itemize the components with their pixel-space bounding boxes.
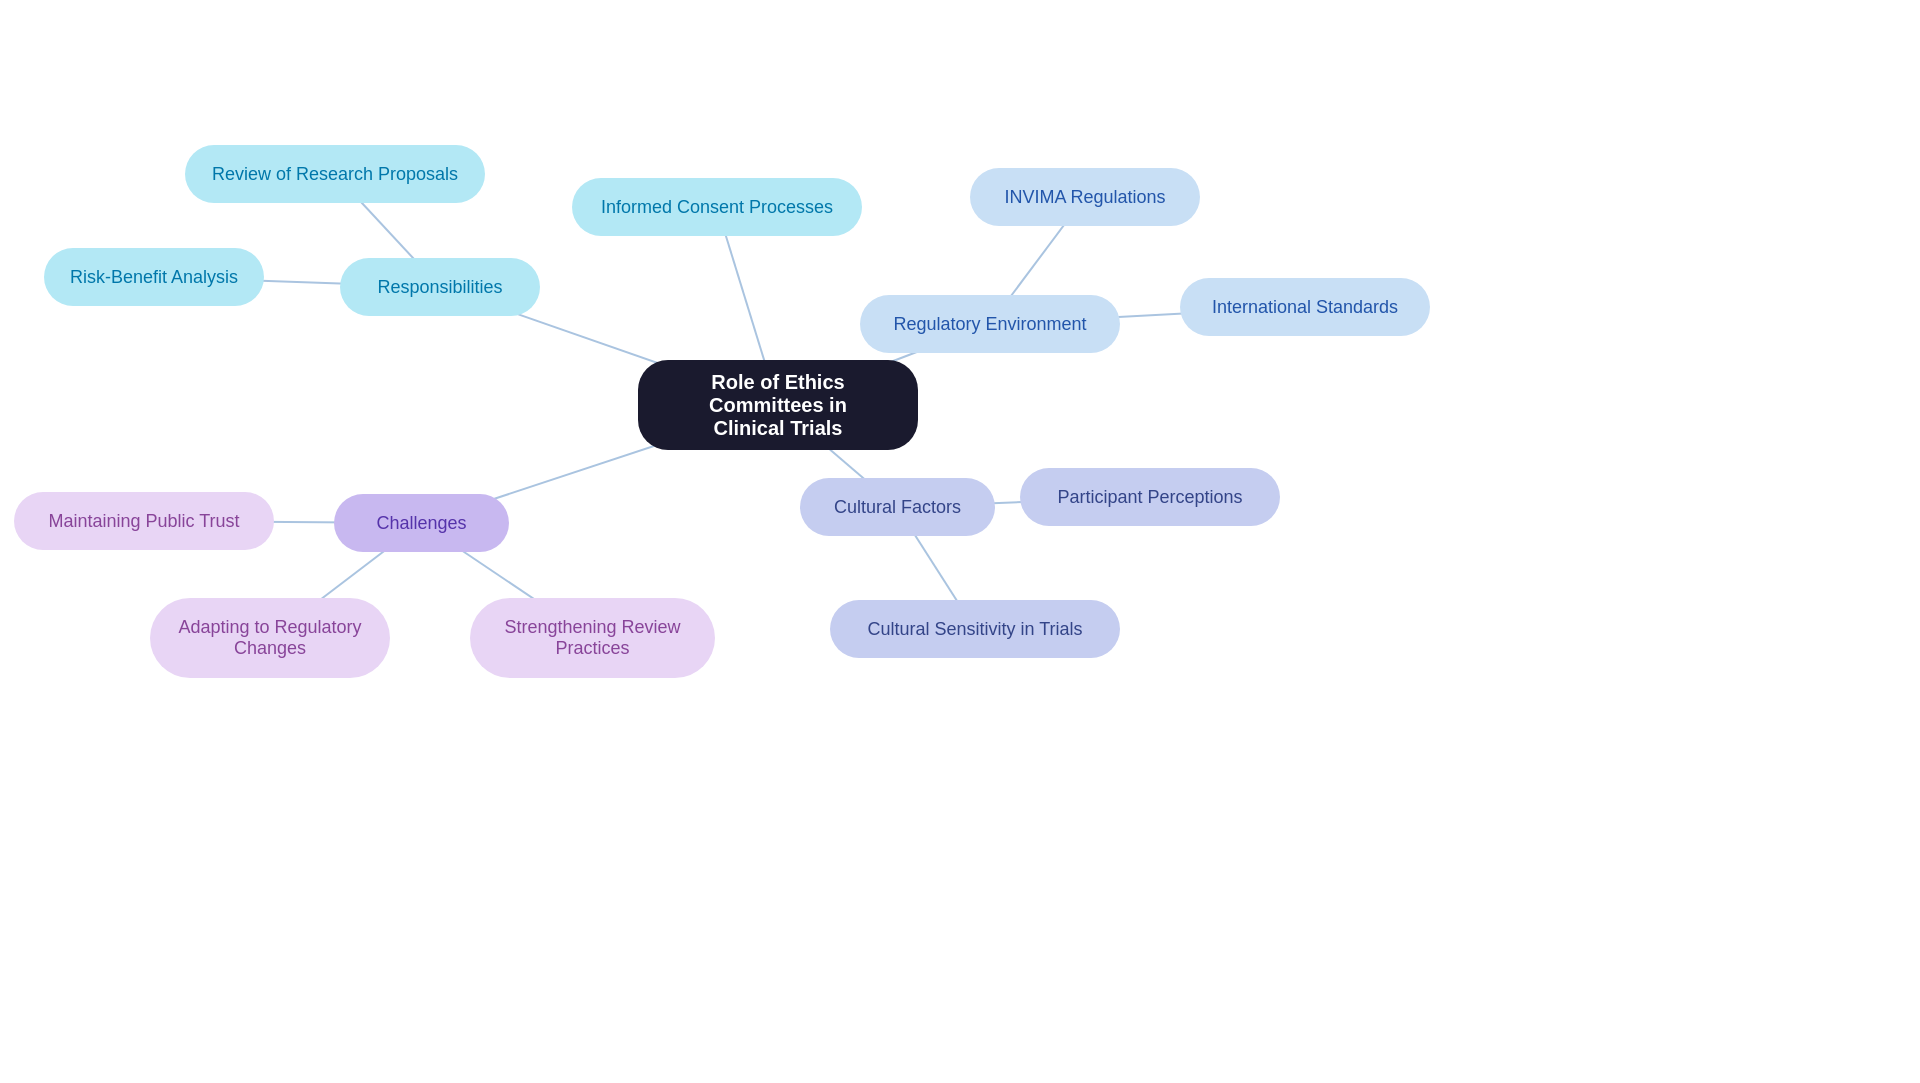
center-node[interactable]: Role of Ethics Committees in Clinical Tr…	[638, 360, 918, 450]
cultural-factors-node[interactable]: Cultural Factors	[800, 478, 995, 536]
intl-standards-label: International Standards	[1212, 297, 1398, 318]
review-proposals-label: Review of Research Proposals	[212, 164, 458, 185]
challenges-node[interactable]: Challenges	[334, 494, 509, 552]
maintaining-trust-node[interactable]: Maintaining Public Trust	[14, 492, 274, 550]
risk-benefit-node[interactable]: Risk-Benefit Analysis	[44, 248, 264, 306]
review-proposals-node[interactable]: Review of Research Proposals	[185, 145, 485, 203]
regulatory-env-node[interactable]: Regulatory Environment	[860, 295, 1120, 353]
responsibilities-node[interactable]: Responsibilities	[340, 258, 540, 316]
strengthening-node[interactable]: Strengthening Review Practices	[470, 598, 715, 678]
responsibilities-label: Responsibilities	[377, 277, 502, 298]
participant-perceptions-node[interactable]: Participant Perceptions	[1020, 468, 1280, 526]
adapting-label: Adapting to Regulatory Changes	[178, 617, 361, 659]
adapting-node[interactable]: Adapting to Regulatory Changes	[150, 598, 390, 678]
cultural-factors-label: Cultural Factors	[834, 497, 961, 518]
center-label: Role of Ethics Committees in Clinical Tr…	[662, 371, 894, 440]
strengthening-label: Strengthening Review Practices	[504, 617, 680, 659]
maintaining-trust-label: Maintaining Public Trust	[48, 511, 239, 532]
regulatory-env-label: Regulatory Environment	[893, 314, 1086, 335]
risk-benefit-label: Risk-Benefit Analysis	[70, 267, 238, 288]
cultural-sensitivity-label: Cultural Sensitivity in Trials	[867, 619, 1082, 640]
challenges-label: Challenges	[376, 513, 466, 534]
informed-consent-node[interactable]: Informed Consent Processes	[572, 178, 862, 236]
invima-label: INVIMA Regulations	[1004, 187, 1165, 208]
participant-perceptions-label: Participant Perceptions	[1057, 487, 1242, 508]
intl-standards-node[interactable]: International Standards	[1180, 278, 1430, 336]
informed-consent-label: Informed Consent Processes	[601, 197, 833, 218]
cultural-sensitivity-node[interactable]: Cultural Sensitivity in Trials	[830, 600, 1120, 658]
invima-node[interactable]: INVIMA Regulations	[970, 168, 1200, 226]
